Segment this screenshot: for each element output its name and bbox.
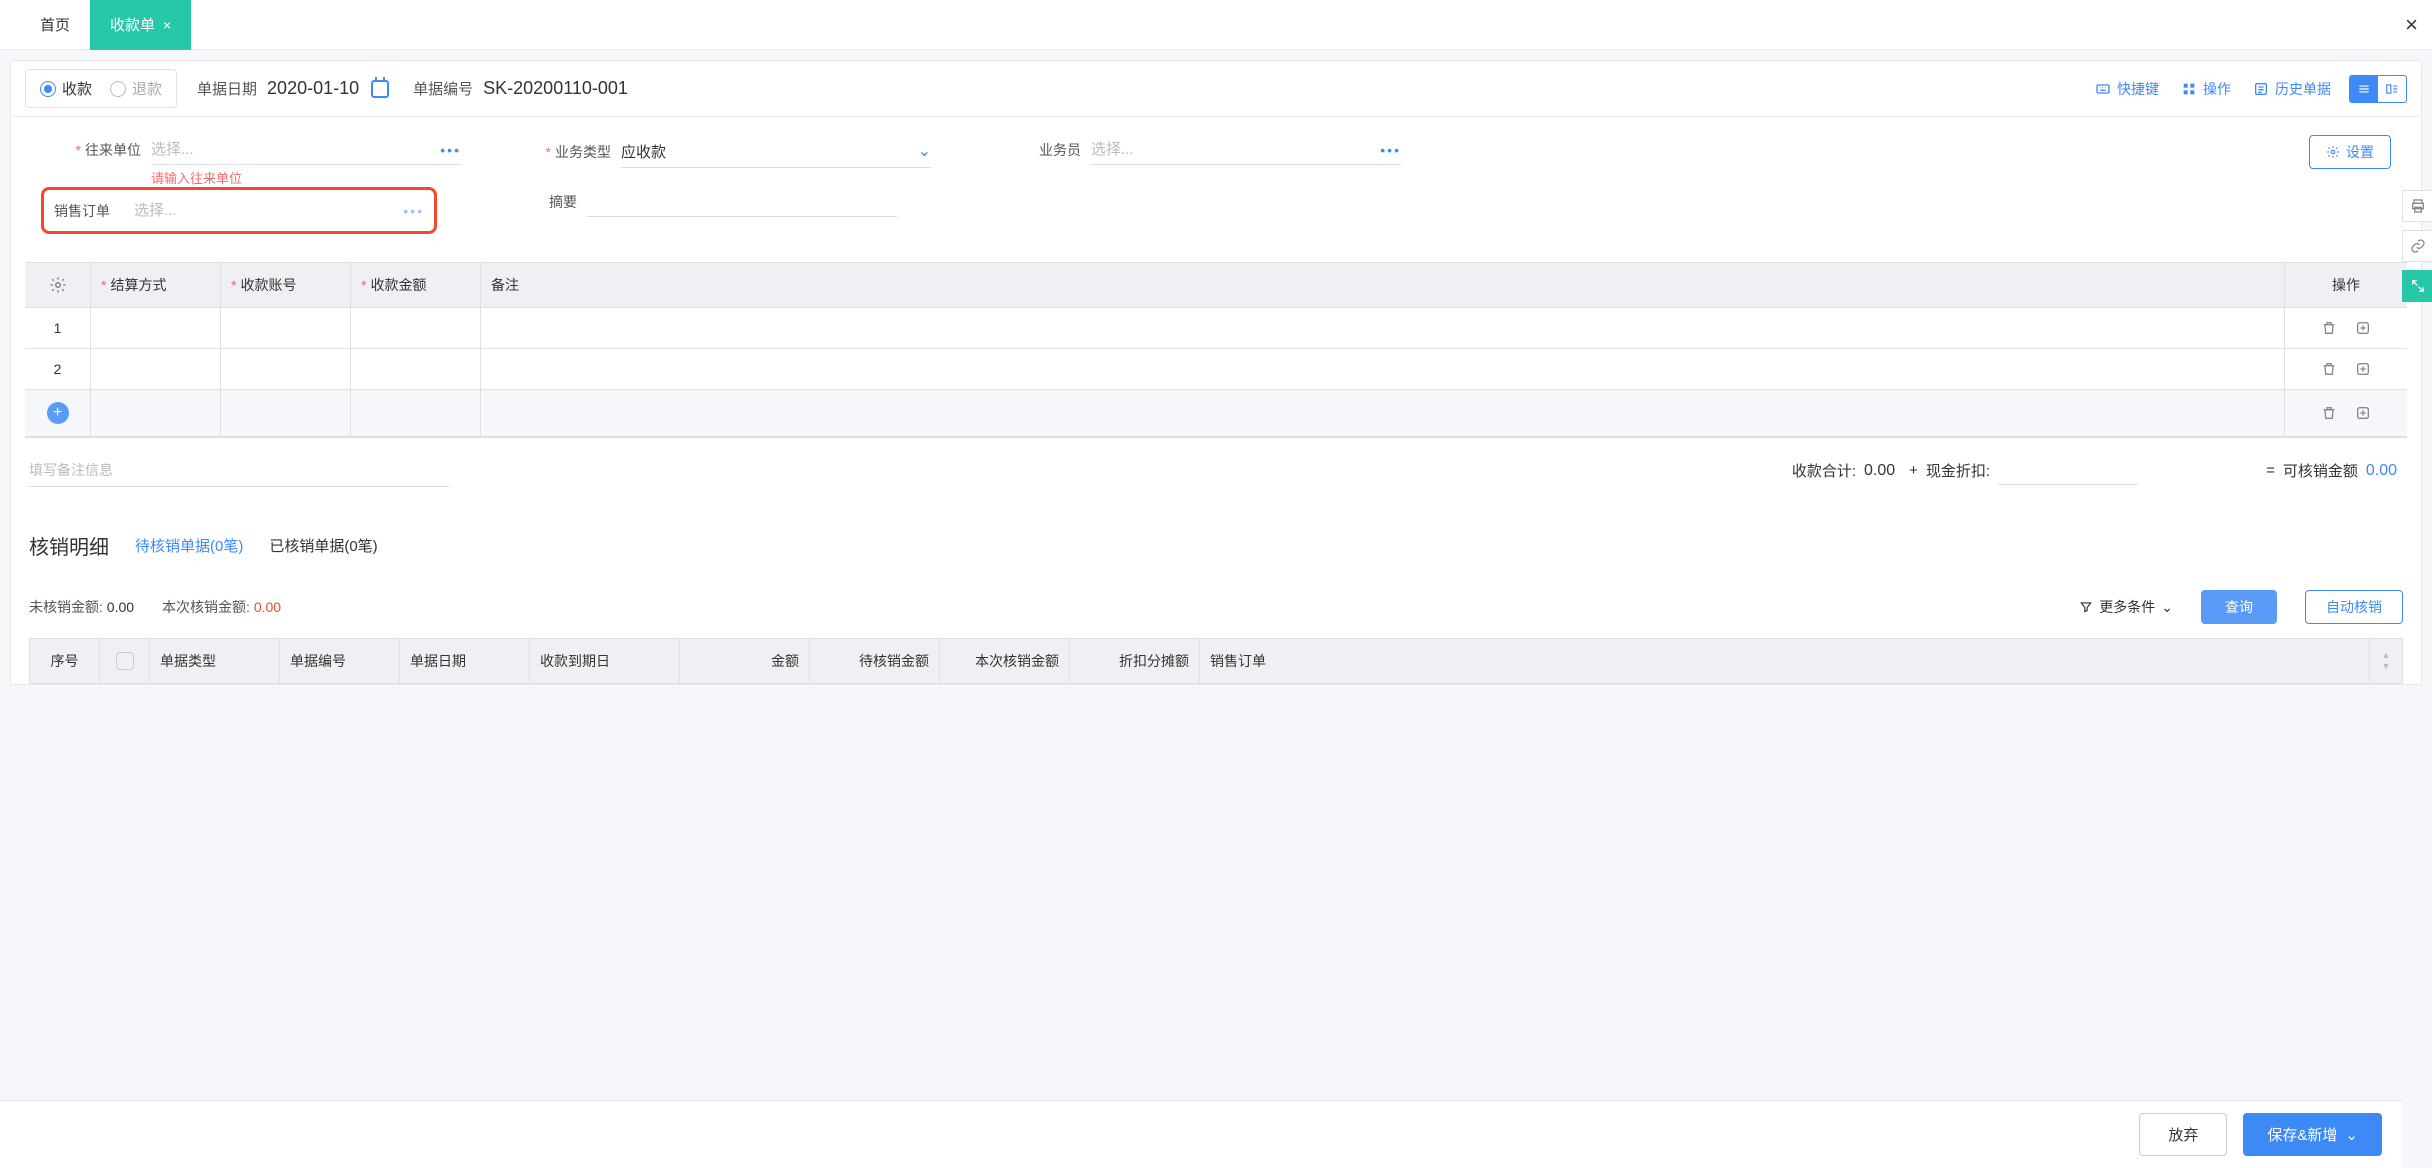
discount-input[interactable]: [1998, 457, 2138, 485]
gear-icon: [2326, 145, 2340, 159]
list-icon: [2253, 81, 2269, 97]
table-footer-row: +: [25, 390, 2407, 437]
rail-expand-button[interactable]: [2402, 270, 2432, 302]
view-card-button[interactable]: [2378, 76, 2406, 102]
tab-label: 收款单: [110, 14, 155, 35]
list-icon: [2357, 82, 2371, 96]
history-button[interactable]: 历史单据: [2253, 79, 2331, 99]
more-icon[interactable]: •••: [440, 142, 461, 158]
docno-label: 单据编号: [413, 78, 473, 99]
delete-icon[interactable]: [2321, 361, 2337, 377]
payment-table: *结算方式 *收款账号 *收款金额 备注 操作 1 2 +: [25, 262, 2407, 438]
remark-input[interactable]: [29, 454, 449, 487]
type-radio-group: 收款 退款: [25, 69, 177, 108]
filter-icon: [2079, 600, 2093, 614]
salesorder-highlight: 销售订单 •••: [41, 187, 437, 234]
docno-value: SK-20200110-001: [483, 78, 628, 99]
radio-label: 收款: [62, 78, 92, 99]
salesorder-input[interactable]: [134, 202, 403, 219]
card-icon: [2385, 82, 2399, 96]
link-icon: [2410, 238, 2426, 254]
query-button[interactable]: 查询: [2201, 590, 2277, 624]
save-button[interactable]: 保存&新增 ⌄: [2243, 1113, 2382, 1156]
close-icon[interactable]: ×: [2405, 12, 2418, 38]
side-rail: [2402, 190, 2432, 302]
view-list-button[interactable]: [2350, 76, 2378, 102]
tab-bar: 首页 收款单 × ×: [0, 0, 2432, 50]
vendor-label: 往来单位: [85, 142, 141, 158]
totals-row: 收款合计: 0.00 + 现金折扣: = 可核销金额 0.00: [11, 438, 2421, 503]
setting-button[interactable]: 设置: [2309, 135, 2391, 169]
grid-icon: [2181, 81, 2197, 97]
gear-icon[interactable]: [49, 276, 67, 294]
more-icon[interactable]: •••: [403, 203, 424, 219]
bottom-bar: 放弃 保存&新增 ⌄: [0, 1100, 2402, 1168]
view-toggle: [2349, 75, 2407, 103]
ops-button[interactable]: 操作: [2181, 79, 2231, 99]
more-icon[interactable]: •••: [1380, 142, 1401, 158]
avail-label: 可核销金额: [2283, 460, 2358, 481]
salesman-label: 业务员: [1039, 142, 1081, 158]
tab-home[interactable]: 首页: [20, 0, 90, 50]
abort-button[interactable]: 放弃: [2139, 1113, 2227, 1156]
vendor-input[interactable]: [151, 141, 440, 158]
radio-label: 退款: [132, 78, 162, 99]
chevron-down-icon: ⌄: [2161, 599, 2173, 616]
radio-refund[interactable]: 退款: [110, 78, 162, 99]
salesorder-label: 销售订单: [54, 203, 110, 219]
date-value[interactable]: 2020-01-10: [267, 78, 359, 99]
form-area: *往来单位 ••• 请输入往来单位 *业务类型 ⌄ 业务员 •••: [11, 117, 2421, 262]
disc-label: 现金折扣:: [1926, 460, 1990, 481]
shortcut-button[interactable]: 快捷键: [2095, 79, 2159, 99]
header-row: 收款 退款 单据日期 2020-01-10 单据编号 SK-20200110-0…: [11, 61, 2421, 117]
salesman-input[interactable]: [1091, 141, 1380, 158]
table-row[interactable]: 1: [25, 308, 2407, 349]
auto-writeoff-button[interactable]: 自动核销: [2305, 590, 2403, 624]
table-row[interactable]: 2: [25, 349, 2407, 390]
main-panel: 收款 退款 单据日期 2020-01-10 单据编号 SK-20200110-0…: [10, 60, 2422, 685]
vendor-error: 请输入往来单位: [151, 164, 242, 187]
add-icon[interactable]: [2355, 320, 2371, 336]
sum-value: 0.00: [1864, 462, 1895, 480]
biztype-input[interactable]: [621, 143, 918, 160]
summary-label: 摘要: [549, 194, 577, 210]
calendar-icon[interactable]: [371, 80, 389, 98]
more-conditions-button[interactable]: 更多条件 ⌄: [2079, 597, 2173, 617]
summary-input[interactable]: [587, 193, 897, 210]
table-header: *结算方式 *收款账号 *收款金额 备注 操作: [25, 263, 2407, 308]
keyboard-icon: [2095, 81, 2111, 97]
checkbox-all[interactable]: [116, 652, 134, 670]
add-icon[interactable]: [2355, 405, 2371, 421]
writeoff-section: 核销明细 待核销单据(0笔) 已核销单据(0笔) 未核销金额: 0.00 本次核…: [11, 503, 2421, 624]
writeoff-title: 核销明细: [29, 531, 109, 560]
sort-control[interactable]: ▲▼: [2370, 639, 2402, 683]
chevron-down-icon[interactable]: ⌄: [918, 141, 931, 161]
rail-link-button[interactable]: [2402, 230, 2432, 262]
delete-icon[interactable]: [2321, 405, 2337, 421]
tab-done[interactable]: 已核销单据(0笔): [269, 529, 377, 562]
radio-icon: [110, 81, 126, 97]
date-label: 单据日期: [197, 78, 257, 99]
add-icon[interactable]: [2355, 361, 2371, 377]
close-icon[interactable]: ×: [163, 17, 171, 33]
chevron-down-icon[interactable]: ⌄: [2345, 1126, 2358, 1144]
radio-icon: [40, 81, 56, 97]
unwritten-value: 0.00: [107, 599, 134, 615]
tab-receipt[interactable]: 收款单 ×: [90, 0, 191, 50]
radio-receipt[interactable]: 收款: [40, 78, 92, 99]
printer-icon: [2410, 198, 2426, 214]
writeoff-table: 序号 单据类型 单据编号 单据日期 收款到期日 金额 待核销金额 本次核销金额 …: [29, 638, 2403, 684]
tab-pending[interactable]: 待核销单据(0笔): [135, 529, 243, 562]
avail-value: 0.00: [2366, 462, 2397, 480]
add-row-button[interactable]: +: [47, 402, 69, 424]
delete-icon[interactable]: [2321, 320, 2337, 336]
biztype-label: 业务类型: [555, 144, 611, 160]
rail-print-button[interactable]: [2402, 190, 2432, 222]
table-header: 序号 单据类型 单据编号 单据日期 收款到期日 金额 待核销金额 本次核销金额 …: [30, 639, 2402, 683]
expand-icon: [2410, 278, 2426, 294]
thiswrite-value: 0.00: [254, 599, 281, 615]
sum-label: 收款合计:: [1792, 460, 1856, 481]
